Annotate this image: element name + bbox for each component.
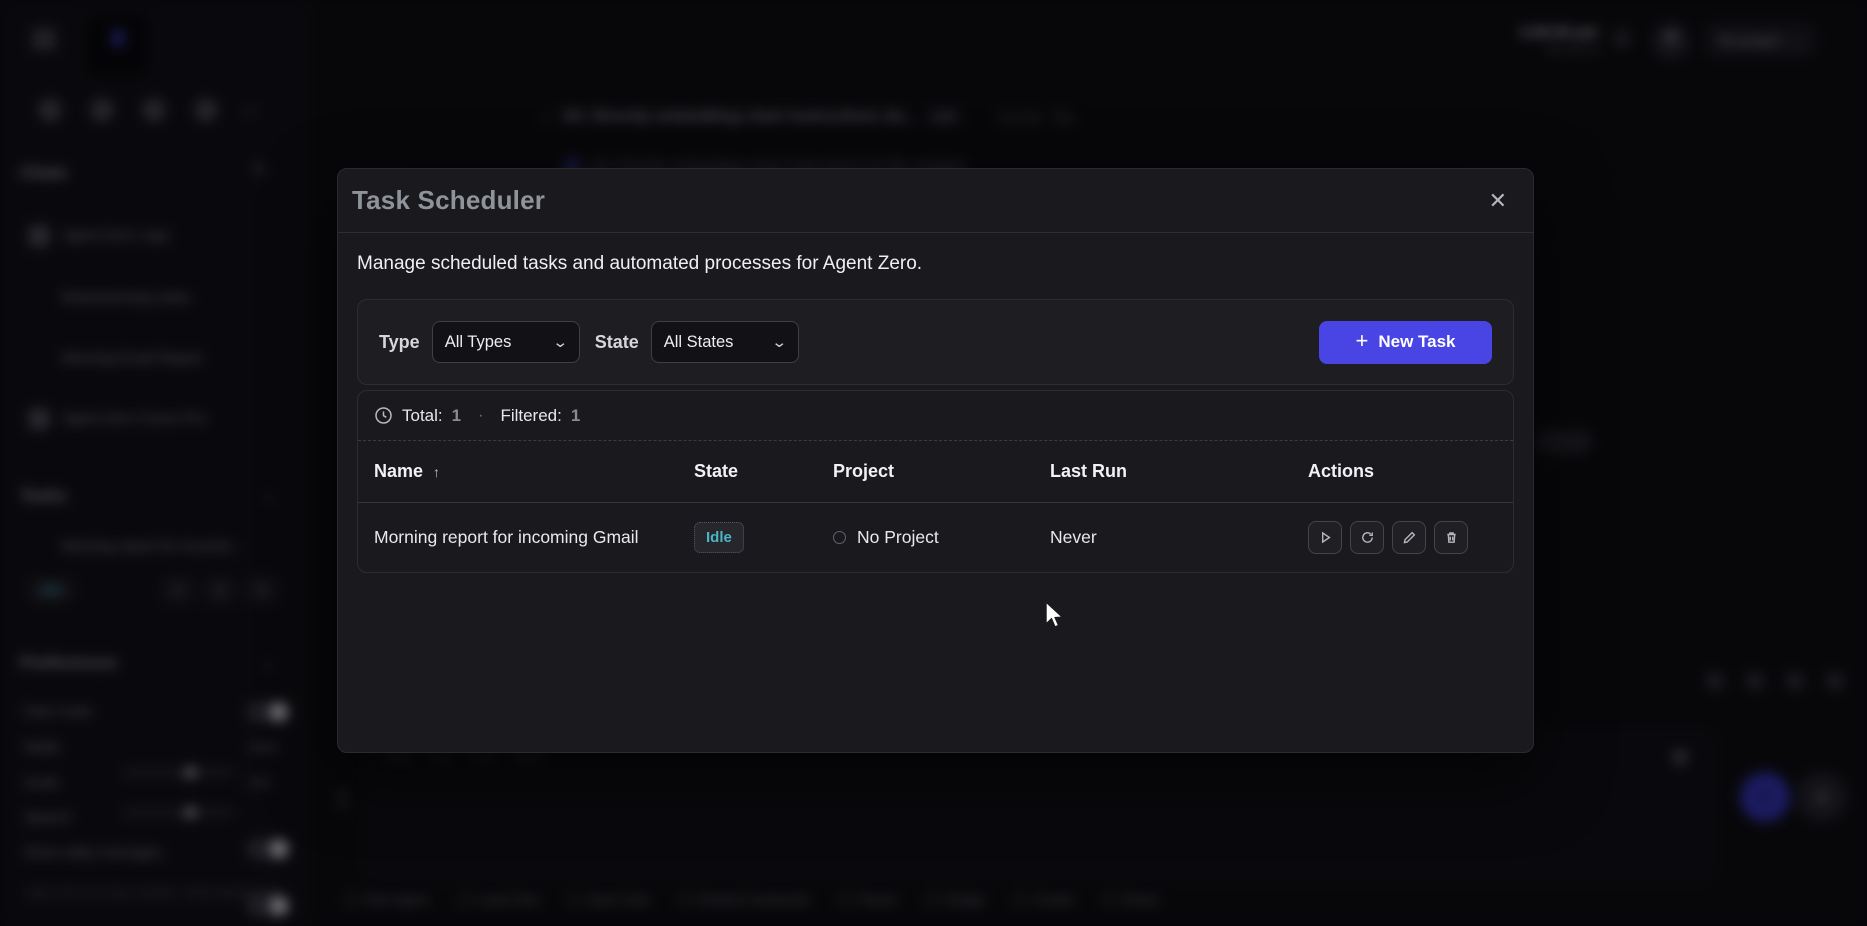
edit-task-button[interactable] bbox=[1392, 521, 1426, 554]
task-project: No Project bbox=[833, 527, 1050, 548]
filter-bar: Type All Types ⌄ State All States ⌄ + Ne… bbox=[357, 299, 1514, 385]
column-header-project[interactable]: Project bbox=[833, 461, 1050, 482]
project-circle-icon bbox=[833, 531, 846, 544]
play-icon bbox=[1318, 530, 1333, 545]
task-name: Morning report for incoming Gmail bbox=[374, 527, 694, 548]
total-value: 1 bbox=[452, 406, 461, 426]
run-task-button[interactable] bbox=[1308, 521, 1342, 554]
column-header-actions: Actions bbox=[1308, 461, 1513, 482]
stats-bar: Total: 1 · Filtered: 1 bbox=[358, 391, 1513, 441]
total-label: Total: bbox=[402, 406, 443, 426]
task-actions bbox=[1308, 521, 1513, 554]
type-select[interactable]: All Types ⌄ bbox=[432, 321, 580, 363]
modal-title: Task Scheduler bbox=[352, 185, 545, 216]
plus-icon: + bbox=[1355, 328, 1368, 354]
state-select[interactable]: All States ⌄ bbox=[651, 321, 799, 363]
mouse-cursor bbox=[1044, 601, 1066, 631]
clock-icon bbox=[374, 406, 393, 425]
type-filter-label: Type bbox=[379, 332, 420, 353]
trash-icon bbox=[1444, 530, 1459, 545]
state-badge: Idle bbox=[694, 522, 744, 553]
column-header-state[interactable]: State bbox=[694, 461, 833, 482]
modal-subtitle: Manage scheduled tasks and automated pro… bbox=[357, 253, 1514, 289]
table-row: Morning report for incoming Gmail Idle N… bbox=[358, 503, 1513, 572]
column-header-name[interactable]: Name ↑ bbox=[374, 461, 694, 482]
tasks-table: Total: 1 · Filtered: 1 Name ↑ State Proj… bbox=[357, 390, 1514, 573]
state-filter-label: State bbox=[595, 332, 639, 353]
refresh-icon bbox=[1360, 530, 1375, 545]
task-scheduler-modal: Task Scheduler ✕ Manage scheduled tasks … bbox=[337, 168, 1534, 753]
column-header-last-run[interactable]: Last Run bbox=[1050, 461, 1308, 482]
stats-separator: · bbox=[478, 407, 483, 425]
chevron-down-icon: ⌄ bbox=[771, 333, 787, 351]
filtered-label: Filtered: bbox=[500, 406, 561, 426]
table-header-row: Name ↑ State Project Last Run Actions bbox=[358, 441, 1513, 503]
chevron-down-icon: ⌄ bbox=[552, 333, 568, 351]
modal-header: Task Scheduler ✕ bbox=[338, 169, 1533, 233]
reload-task-button[interactable] bbox=[1350, 521, 1384, 554]
app-root: « Chats ✎ Agent Zero Logs Brainstorming … bbox=[0, 0, 1867, 926]
new-task-button[interactable]: + New Task bbox=[1319, 321, 1492, 364]
delete-task-button[interactable] bbox=[1434, 521, 1468, 554]
close-icon[interactable]: ✕ bbox=[1489, 190, 1507, 212]
filtered-value: 1 bbox=[571, 406, 580, 426]
task-last-run: Never bbox=[1050, 527, 1308, 548]
pencil-icon bbox=[1402, 530, 1417, 545]
sort-asc-icon: ↑ bbox=[433, 464, 440, 480]
